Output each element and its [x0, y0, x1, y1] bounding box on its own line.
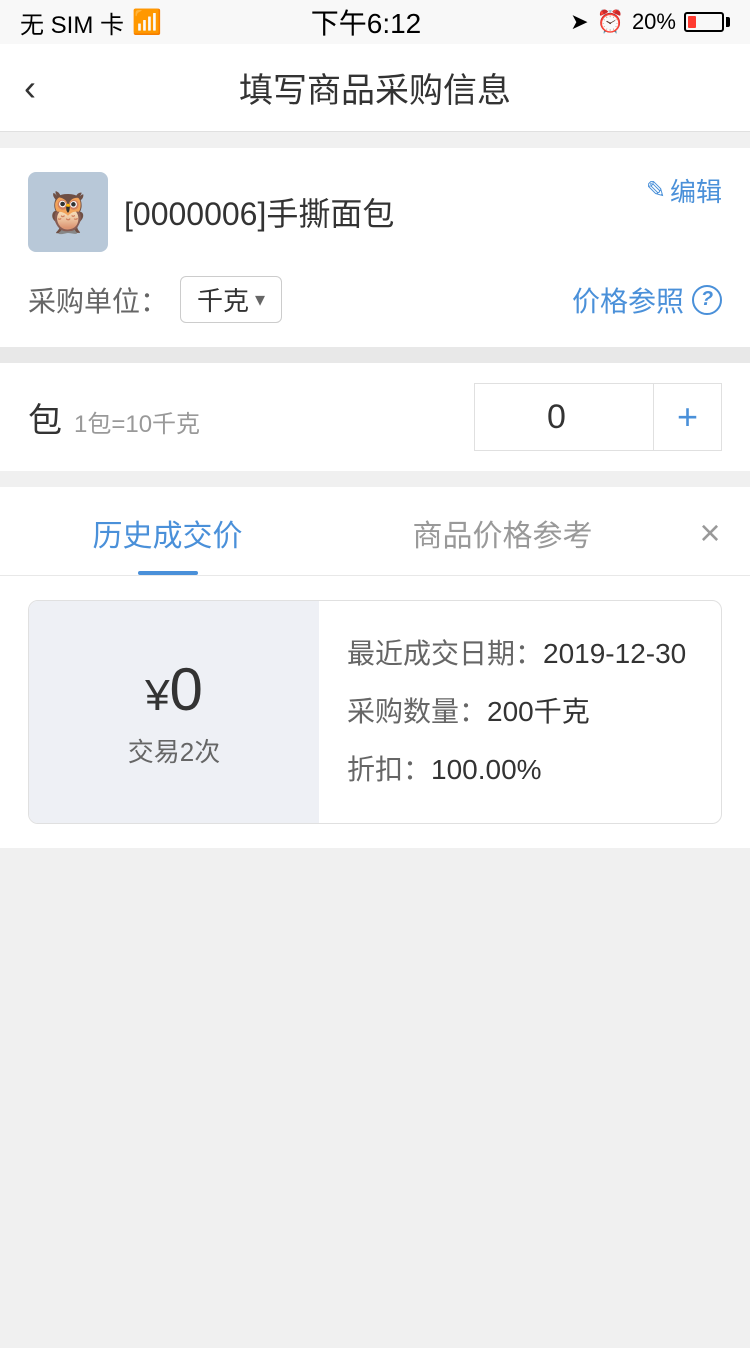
status-left: 无 SIM 卡 📶 [20, 5, 162, 40]
price-value: 0 [170, 656, 203, 723]
trade-count: 交易2次 [128, 732, 220, 769]
product-thumbnail: 🦉 [28, 172, 108, 252]
status-right: ➤ ⏰ 20% [570, 9, 730, 35]
discount-label: 折扣： [347, 754, 431, 785]
quantity-label: 包 1包=10千克 [28, 393, 200, 442]
unit-row: 采购单位： 千克 ▾ [28, 276, 282, 323]
product-name: [0000006]手撕面包 [124, 189, 394, 235]
purchase-qty-value: 200千克 [487, 696, 590, 727]
currency-symbol: ¥ [145, 671, 169, 720]
price-reference-button[interactable]: 价格参照 ? [572, 280, 722, 320]
edit-icon: ✎ [646, 176, 666, 205]
quantity-input-row: + [474, 383, 722, 451]
card-price-summary: ¥0 交易2次 [29, 601, 319, 823]
tab-product-price[interactable]: 商品价格参考 [335, 487, 670, 575]
card-details: 最近成交日期：2019-12-30 采购数量：200千克 折扣：100.00% [319, 601, 721, 823]
unit-label: 采购单位： [28, 280, 168, 320]
quantity-plus-button[interactable]: + [654, 383, 722, 451]
edit-link[interactable]: ✎ 编辑 [646, 172, 722, 209]
product-icon: 🦉 [43, 189, 93, 236]
product-section: 🦉 [0000006]手撕面包 ✎ 编辑 采购单位： 千克 ▾ 价格参照 ? [0, 148, 750, 347]
location-icon: ➤ [570, 9, 588, 35]
unit-value: 千克 [197, 281, 249, 318]
dropdown-arrow-icon: ▾ [255, 287, 265, 312]
discount-row: 折扣：100.00% [347, 749, 693, 791]
discount-value: 100.00% [431, 754, 542, 785]
quantity-unit: 包 [28, 393, 62, 442]
product-left: 🦉 [0000006]手撕面包 [28, 172, 394, 252]
carrier-text: 无 SIM 卡 [20, 5, 124, 40]
tab-history-price[interactable]: 历史成交价 [0, 487, 335, 575]
quantity-conversion: 1包=10千克 [74, 404, 200, 439]
quantity-section: 包 1包=10千克 + [0, 363, 750, 471]
tab-header: 历史成交价 商品价格参考 × [0, 487, 750, 576]
history-card-section: ¥0 交易2次 最近成交日期：2019-12-30 采购数量：200千克 折扣：… [0, 576, 750, 848]
status-time: 下午6:12 [311, 2, 422, 42]
recent-date-row: 最近成交日期：2019-12-30 [347, 633, 693, 675]
price-ref-label: 价格参照 [572, 280, 684, 320]
recent-date-label: 最近成交日期： [347, 638, 543, 669]
history-price: ¥0 [145, 655, 203, 724]
edit-label: 编辑 [670, 172, 722, 209]
back-button[interactable]: ‹ [24, 67, 36, 109]
tab-active-indicator [138, 571, 198, 575]
alarm-icon: ⏰ [597, 9, 624, 35]
unit-dropdown[interactable]: 千克 ▾ [180, 276, 282, 323]
purchase-qty-label: 采购数量： [347, 696, 487, 727]
bottom-space [0, 848, 750, 1348]
section-divider [0, 347, 750, 363]
history-card: ¥0 交易2次 最近成交日期：2019-12-30 采购数量：200千克 折扣：… [28, 600, 722, 824]
recent-date-value: 2019-12-30 [543, 638, 686, 669]
tab-product-label: 商品价格参考 [413, 520, 593, 553]
tab-history-label: 历史成交价 [93, 520, 243, 553]
quantity-input[interactable] [474, 383, 654, 451]
tab-section: 历史成交价 商品价格参考 × ¥0 交易2次 最近成交日期：2019-12-30… [0, 487, 750, 848]
nav-bar: ‹ 填写商品采购信息 [0, 44, 750, 132]
help-icon: ? [692, 285, 722, 315]
tab-close-button[interactable]: × [670, 488, 750, 574]
wifi-icon: 📶 [132, 8, 162, 37]
product-header: 🦉 [0000006]手撕面包 ✎ 编辑 [28, 172, 722, 252]
product-meta: 采购单位： 千克 ▾ 价格参照 ? [28, 276, 722, 323]
battery-indicator [684, 12, 730, 32]
page-title: 填写商品采购信息 [239, 63, 511, 112]
status-bar: 无 SIM 卡 📶 下午6:12 ➤ ⏰ 20% [0, 0, 750, 44]
battery-percentage: 20% [632, 9, 676, 35]
purchase-qty-row: 采购数量：200千克 [347, 691, 693, 733]
